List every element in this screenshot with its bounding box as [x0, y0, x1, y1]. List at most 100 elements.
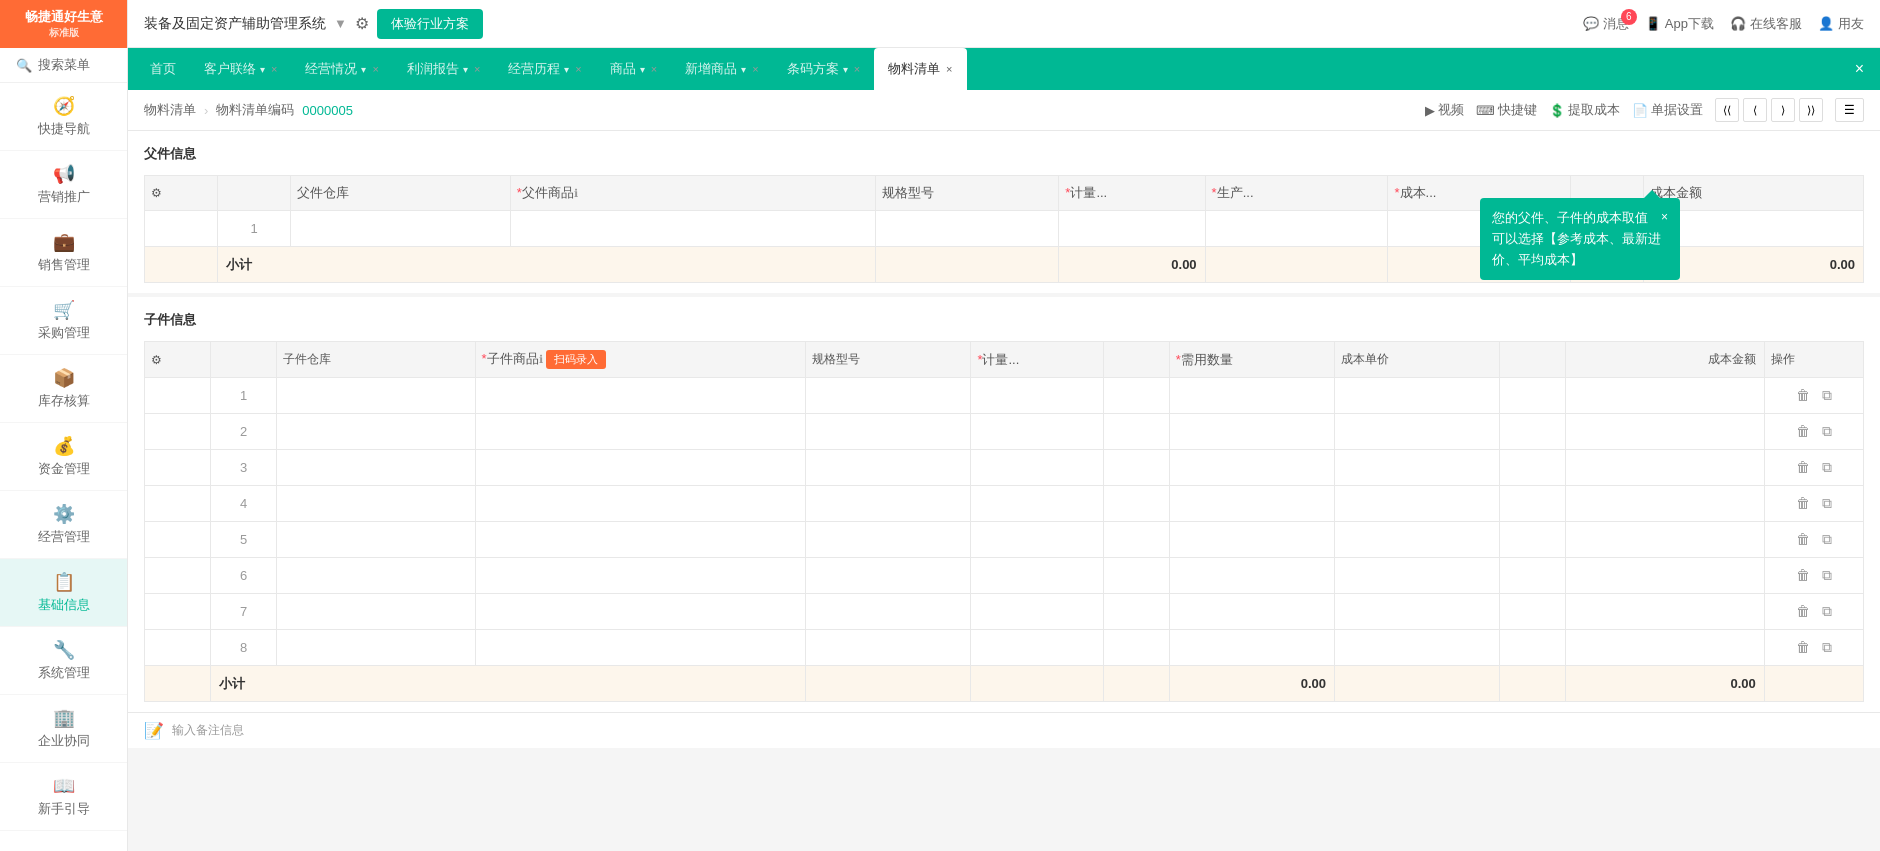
child-row-warehouse[interactable] [277, 558, 475, 594]
child-row-qty[interactable] [1169, 594, 1334, 630]
copy-row-btn[interactable]: ⧉ [1818, 421, 1836, 442]
child-row-unitcost[interactable] [1335, 378, 1500, 414]
child-row-spec[interactable] [806, 414, 971, 450]
tab-profit-close[interactable]: × [474, 63, 480, 75]
delete-row-btn[interactable]: 🗑 [1792, 637, 1814, 657]
child-row-product[interactable] [475, 558, 806, 594]
child-row-qty[interactable] [1169, 558, 1334, 594]
tab-new-product[interactable]: 新增商品 ▾ × [671, 48, 772, 90]
copy-row-btn[interactable]: ⧉ [1818, 601, 1836, 622]
child-row-warehouse[interactable] [277, 414, 475, 450]
child-row-qty[interactable] [1169, 414, 1334, 450]
copy-row-btn[interactable]: ⧉ [1818, 565, 1836, 586]
tab-profit[interactable]: 利润报告 ▾ × [393, 48, 494, 90]
sidebar-item-quick-nav[interactable]: 🧭 快捷导航 [0, 83, 127, 151]
child-row-unitcost[interactable] [1335, 450, 1500, 486]
search-menu[interactable]: 🔍 搜索菜单 [0, 48, 127, 83]
child-row-unit[interactable] [971, 594, 1103, 630]
child-row-spec[interactable] [806, 630, 971, 666]
child-row-product[interactable] [475, 486, 806, 522]
online-support-btn[interactable]: 🎧 在线客服 [1730, 15, 1802, 33]
tab-new-product-close[interactable]: × [752, 63, 758, 75]
copy-row-btn[interactable]: ⧉ [1818, 457, 1836, 478]
tab-products-close[interactable]: × [651, 63, 657, 75]
parent-row-spec[interactable] [876, 211, 1059, 247]
sidebar-item-sales[interactable]: 💼 销售管理 [0, 219, 127, 287]
child-row-qty[interactable] [1169, 630, 1334, 666]
tooltip-close-btn[interactable]: × [1661, 208, 1668, 227]
child-row-qty[interactable] [1169, 522, 1334, 558]
sidebar-item-marketing[interactable]: 📢 营销推广 [0, 151, 127, 219]
message-btn[interactable]: 💬 消息 6 [1583, 15, 1629, 33]
copy-row-btn[interactable]: ⧉ [1818, 385, 1836, 406]
child-row-unit[interactable] [971, 630, 1103, 666]
sidebar-item-inventory[interactable]: 📦 库存核算 [0, 355, 127, 423]
tab-bom-close[interactable]: × [946, 63, 952, 75]
tab-customer[interactable]: 客户联络 ▾ × [190, 48, 291, 90]
child-row-unit[interactable] [971, 522, 1103, 558]
view-action[interactable]: ▶ 视频 [1425, 101, 1464, 119]
prev-first-btn[interactable]: ⟨⟨ [1715, 98, 1739, 122]
parent-row-product[interactable] [510, 211, 876, 247]
tab-barcode-close[interactable]: × [854, 63, 860, 75]
tab-ops-status-close[interactable]: × [372, 63, 378, 75]
sidebar-item-operations[interactable]: ⚙️ 经营管理 [0, 491, 127, 559]
next-btn[interactable]: ⟩ [1771, 98, 1795, 122]
sidebar-item-finance[interactable]: 💰 资金管理 [0, 423, 127, 491]
settings-icon[interactable]: ⚙ [355, 14, 369, 33]
delete-row-btn[interactable]: 🗑 [1792, 565, 1814, 585]
child-row-spec[interactable] [806, 594, 971, 630]
th-parent-settings[interactable]: ⚙ [145, 176, 218, 211]
child-row-qty[interactable] [1169, 378, 1334, 414]
th-child-settings[interactable]: ⚙ [145, 342, 211, 378]
child-row-unit[interactable] [971, 378, 1103, 414]
sidebar-item-purchase[interactable]: 🛒 采购管理 [0, 287, 127, 355]
child-row-qty[interactable] [1169, 450, 1334, 486]
child-row-warehouse[interactable] [277, 378, 475, 414]
child-row-product[interactable] [475, 630, 806, 666]
child-row-product[interactable] [475, 378, 806, 414]
parent-row-warehouse[interactable] [291, 211, 510, 247]
child-row-unitcost[interactable] [1335, 558, 1500, 594]
child-row-unitcost[interactable] [1335, 414, 1500, 450]
tab-ops-history-close[interactable]: × [575, 63, 581, 75]
tab-ops-status[interactable]: 经营情况 ▾ × [291, 48, 392, 90]
child-row-product[interactable] [475, 522, 806, 558]
parent-row-unit[interactable] [1059, 211, 1205, 247]
child-row-spec[interactable] [806, 558, 971, 594]
sidebar-item-system[interactable]: 🔧 系统管理 [0, 627, 127, 695]
delete-row-btn[interactable]: 🗑 [1792, 457, 1814, 477]
next-last-btn[interactable]: ⟩⟩ [1799, 98, 1823, 122]
child-row-qty[interactable] [1169, 486, 1334, 522]
tab-products[interactable]: 商品 ▾ × [596, 48, 671, 90]
child-row-unit[interactable] [971, 558, 1103, 594]
tab-barcode[interactable]: 条码方案 ▾ × [773, 48, 874, 90]
child-row-spec[interactable] [806, 450, 971, 486]
user-btn[interactable]: 👤 用友 [1818, 15, 1864, 33]
child-row-unit[interactable] [971, 414, 1103, 450]
delete-row-btn[interactable]: 🗑 [1792, 421, 1814, 441]
child-row-product[interactable] [475, 414, 806, 450]
app-download-btn[interactable]: 📱 App下载 [1645, 15, 1714, 33]
child-row-spec[interactable] [806, 378, 971, 414]
child-row-spec[interactable] [806, 486, 971, 522]
child-row-unit[interactable] [971, 450, 1103, 486]
child-row-product[interactable] [475, 450, 806, 486]
shortcut-action[interactable]: ⌨ 快捷键 [1476, 101, 1537, 119]
child-row-unit[interactable] [971, 486, 1103, 522]
parent-row-proddate[interactable] [1205, 211, 1388, 247]
system-title-arrow[interactable]: ▼ [334, 16, 347, 31]
copy-row-btn[interactable]: ⧉ [1818, 529, 1836, 550]
delete-row-btn[interactable]: 🗑 [1792, 529, 1814, 549]
child-row-unitcost[interactable] [1335, 522, 1500, 558]
copy-row-btn[interactable]: ⧉ [1818, 637, 1836, 658]
tab-ops-history[interactable]: 经营历程 ▾ × [494, 48, 595, 90]
child-row-spec[interactable] [806, 522, 971, 558]
child-row-unitcost[interactable] [1335, 594, 1500, 630]
sidebar-item-enterprise[interactable]: 🏢 企业协同 [0, 695, 127, 763]
delete-row-btn[interactable]: 🗑 [1792, 385, 1814, 405]
get-cost-action[interactable]: 💲 提取成本 [1549, 101, 1620, 119]
child-row-product[interactable] [475, 594, 806, 630]
tab-customer-close[interactable]: × [271, 63, 277, 75]
tab-bom[interactable]: 物料清单 × [874, 48, 966, 90]
